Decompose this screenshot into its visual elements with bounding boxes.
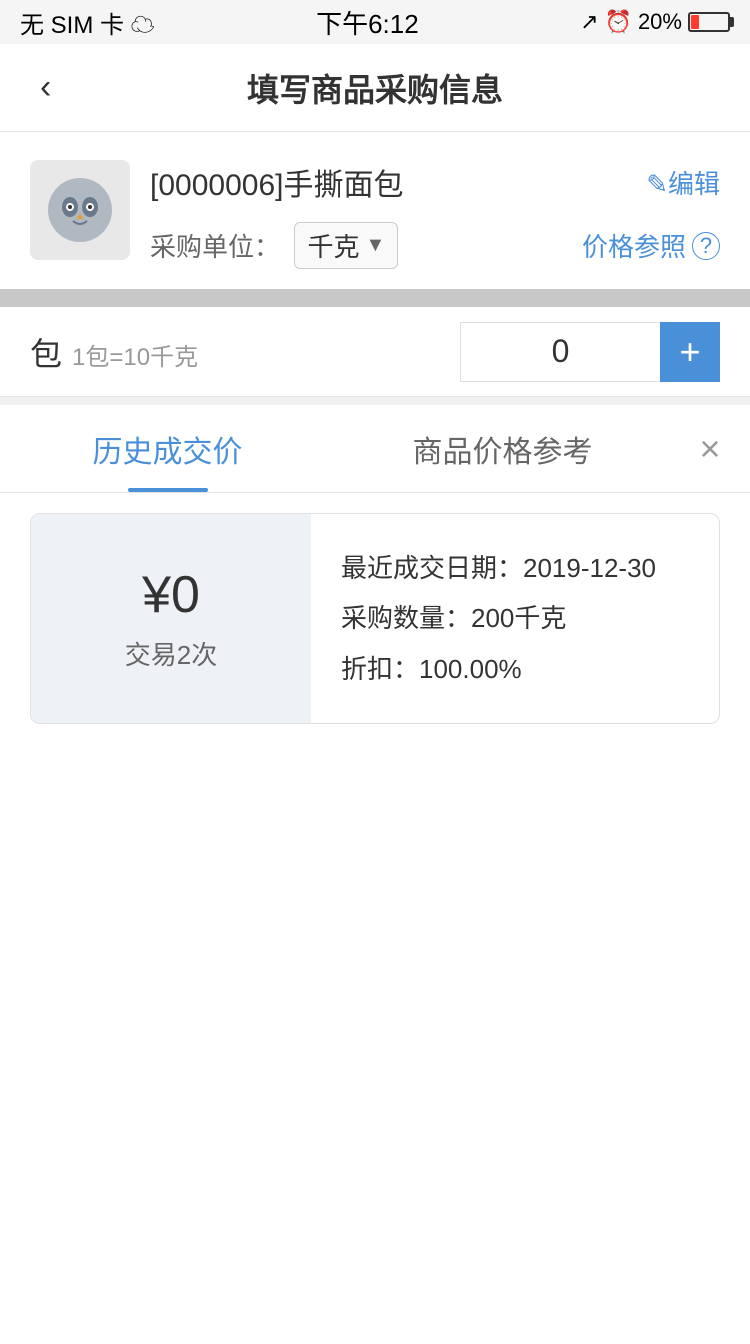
tab-underline bbox=[128, 488, 208, 492]
quantity-plus-button[interactable]: + bbox=[660, 322, 720, 382]
edit-button[interactable]: ✎编辑 bbox=[646, 164, 720, 201]
battery-fill bbox=[691, 15, 699, 29]
tab-history-price[interactable]: 历史成交价 bbox=[0, 405, 335, 492]
unit-selector-group: 采购单位： 千克 ▼ bbox=[150, 222, 398, 269]
product-title-row: [0000006]手撕面包 ✎编辑 bbox=[150, 160, 720, 204]
tab-product-price-ref[interactable]: 商品价格参考 bbox=[335, 405, 670, 492]
purchase-qty-value: 200千克 bbox=[471, 603, 566, 633]
back-button[interactable]: ‹ bbox=[30, 58, 61, 117]
card-discount: 折扣：100.00% bbox=[341, 651, 689, 687]
product-header: [0000006]手撕面包 ✎编辑 采购单位： 千克 ▼ 价格参照 ? bbox=[30, 160, 720, 269]
price-ref-button[interactable]: 价格参照 ? bbox=[582, 227, 720, 264]
product-thumbnail bbox=[30, 160, 130, 260]
status-bar: 无 SIM 卡 ☁ 下午6:12 ↗ ⏰ 20% bbox=[0, 0, 750, 44]
unit-value: 千克 bbox=[307, 227, 359, 264]
unit-select[interactable]: 千克 ▼ bbox=[294, 222, 398, 269]
history-card: ¥0 交易2次 最近成交日期：2019-12-30 采购数量：200千克 折扣：… bbox=[30, 513, 720, 724]
tab-section: 历史成交价 商品价格参考 × ¥0 交易2次 最近成交日期：2019-12-30… bbox=[0, 405, 750, 744]
card-list: ¥0 交易2次 最近成交日期：2019-12-30 采购数量：200千克 折扣：… bbox=[0, 493, 750, 744]
sim-label: 无 SIM 卡 ☁ bbox=[20, 5, 155, 40]
status-right: ↗ ⏰ 20% bbox=[580, 9, 730, 35]
battery-percent: 20% bbox=[638, 9, 682, 35]
tab-bar: 历史成交价 商品价格参考 × bbox=[0, 405, 750, 493]
page-background bbox=[0, 744, 750, 1344]
location-icon: ↗ bbox=[580, 9, 598, 35]
alarm-icon: ⏰ bbox=[605, 9, 632, 35]
card-purchase-qty: 采购数量：200千克 bbox=[341, 600, 689, 636]
battery-icon bbox=[688, 12, 730, 32]
purchase-qty-label: 采购数量： bbox=[341, 603, 471, 633]
product-unit-row: 采购单位： 千克 ▼ 价格参照 ? bbox=[150, 222, 720, 269]
price-ref-label: 价格参照 bbox=[582, 227, 686, 264]
card-price-section: ¥0 交易2次 bbox=[31, 514, 311, 723]
tab-product-price-label: 商品价格参考 bbox=[413, 427, 593, 471]
unit-arrow: ▼ bbox=[365, 234, 385, 257]
page-title: 填写商品采购信息 bbox=[247, 65, 503, 111]
discount-value: 100.00% bbox=[419, 654, 522, 684]
card-price: ¥0 bbox=[142, 565, 200, 625]
unit-label: 采购单位： bbox=[150, 232, 280, 262]
quantity-input-wrapper: + bbox=[460, 322, 720, 382]
product-info: [0000006]手撕面包 ✎编辑 采购单位： 千克 ▼ 价格参照 ? bbox=[150, 160, 720, 269]
tab-close-button[interactable]: × bbox=[670, 409, 750, 489]
card-detail-section: 最近成交日期：2019-12-30 采购数量：200千克 折扣：100.00% bbox=[311, 514, 719, 723]
recent-date-label: 最近成交日期： bbox=[341, 553, 523, 583]
product-section: [0000006]手撕面包 ✎编辑 采购单位： 千克 ▼ 价格参照 ? bbox=[0, 132, 750, 289]
nav-bar: ‹ 填写商品采购信息 bbox=[0, 44, 750, 132]
quantity-unit-big: 包 bbox=[30, 329, 62, 375]
status-time: 下午6:12 bbox=[316, 4, 419, 41]
quantity-row: 包 1包=10千克 + bbox=[0, 307, 750, 397]
card-recent-date: 最近成交日期：2019-12-30 bbox=[341, 550, 689, 586]
quantity-input[interactable] bbox=[460, 322, 660, 382]
tab-history-label: 历史成交价 bbox=[93, 427, 243, 471]
status-left: 无 SIM 卡 ☁ bbox=[20, 5, 155, 40]
price-ref-help-icon: ? bbox=[692, 232, 720, 260]
discount-label: 折扣： bbox=[341, 654, 419, 684]
quantity-unit-sub: 1包=10千克 bbox=[72, 337, 198, 372]
card-count: 交易2次 bbox=[125, 635, 217, 672]
section-divider bbox=[0, 289, 750, 307]
product-name: [0000006]手撕面包 bbox=[150, 160, 403, 204]
quantity-label: 包 1包=10千克 bbox=[30, 329, 198, 375]
recent-date-value: 2019-12-30 bbox=[523, 553, 656, 583]
